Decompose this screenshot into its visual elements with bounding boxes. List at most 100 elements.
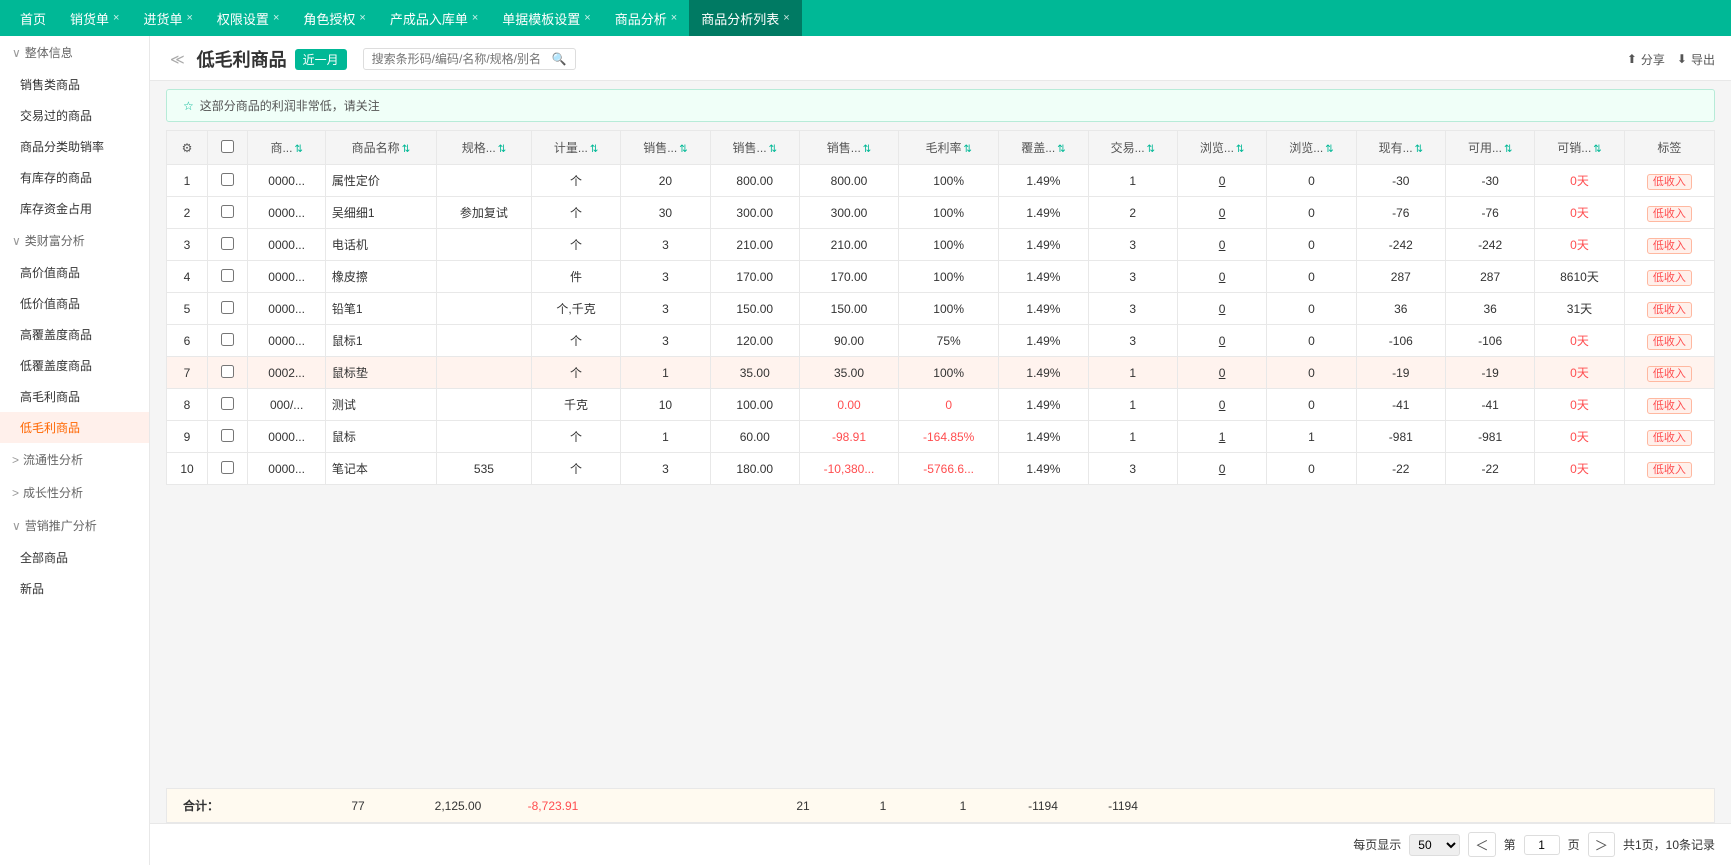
- row-checkbox[interactable]: [221, 173, 234, 186]
- sidebar-item-high-coverage[interactable]: 高覆盖度商品: [0, 319, 149, 350]
- cell-name[interactable]: 鼠标1: [325, 325, 436, 357]
- cell-checkbox[interactable]: [208, 325, 248, 357]
- cell-saleable: 0天: [1535, 421, 1624, 453]
- sidebar-group-marketing[interactable]: ∨ 营销推广分析: [0, 509, 149, 542]
- sidebar-group-overall[interactable]: ∨ 整体信息: [0, 36, 149, 69]
- row-checkbox[interactable]: [221, 237, 234, 250]
- cell-browse1[interactable]: 0: [1177, 261, 1266, 293]
- cell-transaction: 2: [1088, 197, 1177, 229]
- col-checkbox[interactable]: [208, 131, 248, 165]
- nav-template-close[interactable]: ×: [584, 12, 590, 24]
- time-tag-button[interactable]: 近一月: [295, 49, 347, 70]
- cell-browse1[interactable]: 0: [1177, 453, 1266, 485]
- cell-checkbox[interactable]: [208, 453, 248, 485]
- cell-browse2: 0: [1267, 229, 1356, 261]
- sidebar-item-sales-goods[interactable]: 销售类商品: [0, 69, 149, 100]
- prev-page-button[interactable]: ＜: [1468, 832, 1495, 857]
- per-page-select[interactable]: 50 100 200: [1409, 834, 1460, 856]
- search-icon[interactable]: 🔍: [552, 52, 567, 66]
- nav-home[interactable]: 首页: [8, 0, 58, 36]
- sidebar-item-category-rate[interactable]: 商品分类助销率: [0, 131, 149, 162]
- cell-checkbox[interactable]: [208, 165, 248, 197]
- cell-browse1[interactable]: 0: [1177, 229, 1266, 261]
- nav-purchase-close[interactable]: ×: [186, 12, 192, 24]
- cell-saleable: 0天: [1535, 325, 1624, 357]
- cell-name[interactable]: 橡皮擦: [325, 261, 436, 293]
- export-button[interactable]: ⬇ 导出: [1677, 51, 1715, 68]
- nav-sales-close[interactable]: ×: [113, 12, 119, 24]
- col-settings[interactable]: ⚙: [167, 131, 208, 165]
- cell-browse1[interactable]: 0: [1177, 293, 1266, 325]
- cell-name[interactable]: 鼠标: [325, 421, 436, 453]
- nav-product-in-close[interactable]: ×: [472, 12, 478, 24]
- cell-available: 287: [1445, 261, 1534, 293]
- select-all-checkbox[interactable]: [221, 140, 234, 153]
- nav-permissions-close[interactable]: ×: [273, 12, 279, 24]
- nav-permissions[interactable]: 权限设置 ×: [205, 0, 291, 36]
- sidebar-item-low-coverage[interactable]: 低覆盖度商品: [0, 350, 149, 381]
- sidebar-item-all-goods[interactable]: 全部商品: [0, 542, 149, 573]
- nav-product-in[interactable]: 产成品入库单 ×: [378, 0, 490, 36]
- sidebar-collapse-btn[interactable]: ≪: [166, 47, 189, 72]
- cell-browse1[interactable]: 0: [1177, 325, 1266, 357]
- cell-checkbox[interactable]: [208, 421, 248, 453]
- nav-goods-analysis[interactable]: 商品分析 ×: [603, 0, 689, 36]
- cell-name[interactable]: 吴细细1: [325, 197, 436, 229]
- nav-sales[interactable]: 销货单 ×: [58, 0, 131, 36]
- nav-roles[interactable]: 角色授权 ×: [291, 0, 377, 36]
- row-checkbox[interactable]: [221, 301, 234, 314]
- sidebar-item-capital-occupy[interactable]: 库存资金占用: [0, 193, 149, 224]
- sidebar-item-high-margin[interactable]: 高毛利商品: [0, 381, 149, 412]
- search-input[interactable]: [372, 52, 552, 66]
- nav-goods-analysis-close[interactable]: ×: [671, 12, 677, 24]
- nav-roles-close[interactable]: ×: [359, 12, 365, 24]
- cell-browse1[interactable]: 0: [1177, 357, 1266, 389]
- row-checkbox[interactable]: [221, 205, 234, 218]
- cell-checkbox[interactable]: [208, 293, 248, 325]
- row-checkbox[interactable]: [221, 365, 234, 378]
- cell-name[interactable]: 属性定价: [325, 165, 436, 197]
- cell-checkbox[interactable]: [208, 357, 248, 389]
- nav-goods-analysis-list[interactable]: 商品分析列表 ×: [689, 0, 801, 36]
- sidebar-item-in-stock[interactable]: 有库存的商品: [0, 162, 149, 193]
- sidebar-group-growth[interactable]: > 成长性分析: [0, 476, 149, 509]
- next-page-button[interactable]: ＞: [1588, 832, 1615, 857]
- cell-checkbox[interactable]: [208, 229, 248, 261]
- row-checkbox[interactable]: [221, 429, 234, 442]
- cell-transaction: 1: [1088, 357, 1177, 389]
- sidebar-group-circulation[interactable]: > 流通性分析: [0, 443, 149, 476]
- sidebar-item-low-value[interactable]: 低价值商品: [0, 288, 149, 319]
- sidebar-group-wealth[interactable]: ∨ 类财富分析: [0, 224, 149, 257]
- sidebar-item-high-value[interactable]: 高价值商品: [0, 257, 149, 288]
- footer-transaction: 21: [763, 799, 843, 813]
- cell-name[interactable]: 笔记本: [325, 453, 436, 485]
- cell-no: 3: [167, 229, 208, 261]
- row-checkbox[interactable]: [221, 269, 234, 282]
- cell-name[interactable]: 鼠标垫: [325, 357, 436, 389]
- nav-goods-analysis-list-close[interactable]: ×: [783, 12, 789, 24]
- cell-checkbox[interactable]: [208, 197, 248, 229]
- sidebar-item-new-goods[interactable]: 新品: [0, 573, 149, 604]
- row-checkbox[interactable]: [221, 397, 234, 410]
- cell-browse1[interactable]: 0: [1177, 389, 1266, 421]
- sidebar-item-low-margin[interactable]: 低毛利商品: [0, 412, 149, 443]
- cell-code: 0000...: [248, 325, 325, 357]
- cell-name[interactable]: 电话机: [325, 229, 436, 261]
- cell-checkbox[interactable]: [208, 389, 248, 421]
- cell-saleable: 0天: [1535, 389, 1624, 421]
- cell-browse1[interactable]: 0: [1177, 165, 1266, 197]
- alert-icon: ☆: [183, 99, 194, 113]
- sidebar-item-traded-goods[interactable]: 交易过的商品: [0, 100, 149, 131]
- cell-name[interactable]: 铅笔1: [325, 293, 436, 325]
- nav-purchase[interactable]: 进货单 ×: [131, 0, 204, 36]
- cell-browse1[interactable]: 1: [1177, 421, 1266, 453]
- nav-template[interactable]: 单据模板设置 ×: [490, 0, 602, 36]
- share-button[interactable]: ⬆ 分享: [1627, 51, 1665, 68]
- cell-name[interactable]: 测试: [325, 389, 436, 421]
- cell-browse1[interactable]: 0: [1177, 197, 1266, 229]
- row-checkbox[interactable]: [221, 333, 234, 346]
- row-checkbox[interactable]: [221, 461, 234, 474]
- cell-current: 287: [1356, 261, 1445, 293]
- page-input[interactable]: [1524, 835, 1560, 855]
- cell-checkbox[interactable]: [208, 261, 248, 293]
